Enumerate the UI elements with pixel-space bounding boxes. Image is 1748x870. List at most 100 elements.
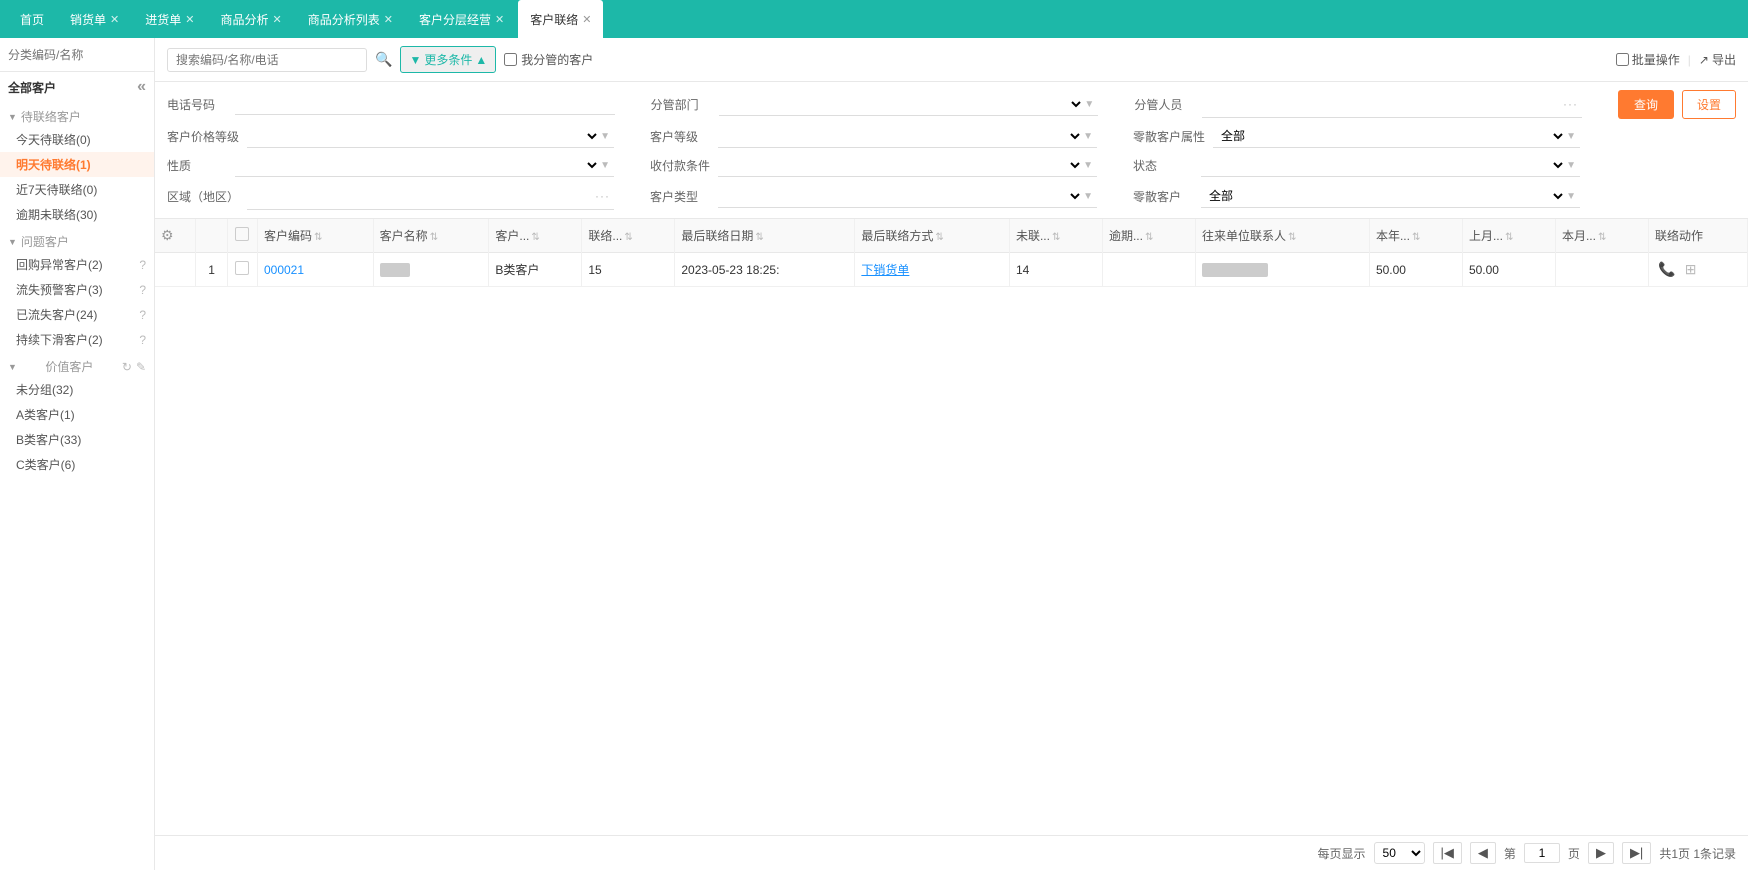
row-checkbox[interactable] — [235, 261, 249, 275]
page-number-input[interactable] — [1524, 843, 1560, 863]
sidebar-item-b-class[interactable]: B类客户(33) — [0, 427, 154, 452]
sidebar-item-declining[interactable]: 持续下滑客户(2) ? — [0, 327, 154, 352]
search-button[interactable]: 🔍 — [375, 51, 392, 68]
value-edit-icon[interactable]: ✎ — [136, 360, 146, 374]
retail-select[interactable]: 全部 — [1205, 188, 1566, 204]
sidebar-collapse-icon[interactable]: « — [137, 78, 146, 96]
per-page-select[interactable]: 50 100 200 — [1374, 842, 1425, 864]
nav-product-analysis[interactable]: 商品分析 ✕ — [208, 0, 293, 38]
nav-customer-contact[interactable]: 客户联络 ✕ — [518, 0, 603, 38]
sidebar-all-customers[interactable]: 全部客户 « — [0, 72, 154, 102]
nav-customer-tier-close[interactable]: ✕ — [495, 13, 504, 26]
manager-more-icon[interactable]: ··· — [1563, 97, 1578, 111]
action-phone-icon[interactable]: 📞 — [1658, 261, 1675, 277]
row-gear — [155, 253, 196, 287]
col-this-month[interactable]: 本月...⇅ — [1555, 219, 1648, 253]
sidebar-item-overdue[interactable]: 逾期未联络(30) — [0, 202, 154, 227]
col-no-contact[interactable]: 未联...⇅ — [1009, 219, 1102, 253]
date-sort-icon: ⇅ — [755, 232, 763, 243]
status-select[interactable] — [1205, 157, 1566, 173]
col-gear[interactable]: ⚙ — [155, 219, 196, 253]
main-layout: 🔍 全部客户 « 待联络客户 今天待联络(0) 明天待联络(1) 近7天待联络(… — [0, 38, 1748, 870]
action-qr-icon[interactable]: ⊞ — [1685, 261, 1697, 277]
row-name[interactable]: Ea — [373, 253, 489, 287]
col-name[interactable]: 客户名称⇅ — [373, 219, 489, 253]
row-code[interactable]: 000021 — [257, 253, 373, 287]
col-last-contact-method[interactable]: 最后联络方式⇅ — [855, 219, 1010, 253]
region-more-icon[interactable]: ··· — [595, 189, 610, 203]
batch-op-checkbox[interactable] — [1616, 53, 1629, 66]
setting-button[interactable]: 设置 — [1682, 90, 1736, 119]
price-level-select[interactable] — [251, 128, 600, 144]
query-button[interactable]: 查询 — [1618, 90, 1674, 119]
sidebar-group-value: 价值客户 ↻ ✎ — [0, 352, 154, 377]
filter-row-2: 客户价格等级 ▼ 客户等级 ▼ 零散客户属性 — [167, 125, 1736, 148]
sidebar-item-tomorrow[interactable]: 明天待联络(1) — [0, 152, 154, 177]
info-icon-3[interactable]: ? — [139, 333, 146, 347]
col-this-year[interactable]: 本年...⇅ — [1369, 219, 1462, 253]
value-refresh-icon[interactable]: ↻ — [122, 360, 132, 374]
col-unit-contact[interactable]: 往来单位联系人⇅ — [1195, 219, 1369, 253]
year-sort-icon: ⇅ — [1412, 232, 1420, 243]
nav-product-analysis-list-close[interactable]: ✕ — [384, 13, 393, 26]
sidebar-item-today[interactable]: 今天待联络(0) — [0, 127, 154, 152]
sidebar-item-c-class[interactable]: C类客户(6) — [0, 452, 154, 477]
sidebar-item-a-class[interactable]: A类客户(1) — [0, 402, 154, 427]
payment-select[interactable] — [722, 157, 1083, 173]
method-sort-icon: ⇅ — [935, 232, 943, 243]
next-page-btn[interactable]: ▶ — [1588, 842, 1614, 864]
nav-purchase-close[interactable]: ✕ — [185, 13, 194, 26]
nav-purchase[interactable]: 进货单 ✕ — [133, 0, 206, 38]
sidebar-all-label: 全部客户 — [8, 79, 56, 96]
col-contact[interactable]: 联络...⇅ — [582, 219, 675, 253]
manager-input[interactable] — [1206, 94, 1563, 114]
col-last-month[interactable]: 上月...⇅ — [1462, 219, 1555, 253]
col-customer-type[interactable]: 客户...⇅ — [489, 219, 582, 253]
sidebar-item-repurchase-abnormal[interactable]: 回购异常客户(2) ? — [0, 252, 154, 277]
nav-sales[interactable]: 销货单 ✕ — [58, 0, 131, 38]
customer-type-select[interactable] — [722, 188, 1083, 204]
region-input[interactable] — [251, 186, 595, 206]
col-last-contact-date[interactable]: 最后联络日期⇅ — [675, 219, 855, 253]
info-icon-0[interactable]: ? — [139, 258, 146, 272]
dept-select[interactable] — [723, 96, 1085, 112]
row-check — [227, 253, 257, 287]
nature-chevron-icon: ▼ — [600, 160, 610, 171]
nature-select[interactable] — [239, 157, 600, 173]
select-all-checkbox[interactable] — [235, 227, 249, 241]
col-overdue[interactable]: 逾期...⇅ — [1102, 219, 1195, 253]
nav-customer-contact-close[interactable]: ✕ — [582, 13, 591, 26]
first-page-btn[interactable]: |◀ — [1433, 842, 1462, 864]
gear-icon[interactable]: ⚙ — [161, 227, 174, 243]
sidebar-search-input[interactable] — [8, 48, 155, 62]
nav-sales-close[interactable]: ✕ — [110, 13, 119, 26]
customer-level-select[interactable] — [722, 128, 1083, 144]
sidebar-item-ungrouped[interactable]: 未分组(32) — [0, 377, 154, 402]
my-customer-checkbox[interactable] — [504, 53, 517, 66]
info-icon-1[interactable]: ? — [139, 283, 146, 297]
nav-customer-tier[interactable]: 客户分层经营 ✕ — [407, 0, 516, 38]
col-code[interactable]: 客户编码⇅ — [257, 219, 373, 253]
sidebar-item-churn-warning[interactable]: 流失预警客户(3) ? — [0, 277, 154, 302]
export-button[interactable]: ↗ 导出 — [1699, 51, 1736, 68]
row-no-contact: 14 — [1009, 253, 1102, 287]
more-filter-button[interactable]: ▼ 更多条件 ▲ — [400, 46, 496, 73]
phone-input[interactable] — [235, 94, 615, 115]
nav-home[interactable]: 首页 — [8, 0, 56, 38]
batch-op-button[interactable]: 批量操作 — [1616, 51, 1680, 68]
manager-select-wrap: ··· — [1202, 91, 1582, 118]
info-icon-2[interactable]: ? — [139, 308, 146, 322]
nav-product-analysis-list[interactable]: 商品分析列表 ✕ — [296, 0, 405, 38]
retail-attr-select[interactable]: 全部 — [1217, 128, 1566, 144]
page-label: 第 — [1504, 845, 1516, 862]
sidebar-item-7days[interactable]: 近7天待联络(0) — [0, 177, 154, 202]
col-num — [196, 219, 228, 253]
prev-page-btn[interactable]: ◀ — [1470, 842, 1496, 864]
row-last-contact-method[interactable]: 下销货单 — [855, 253, 1010, 287]
region-select-wrap: ··· — [247, 183, 614, 210]
nav-product-analysis-close[interactable]: ✕ — [273, 13, 282, 26]
sidebar-item-churned[interactable]: 已流失客户(24) ? — [0, 302, 154, 327]
last-page-btn[interactable]: ▶| — [1622, 842, 1651, 864]
search-input[interactable] — [167, 48, 367, 72]
page-suffix: 页 — [1568, 845, 1580, 862]
